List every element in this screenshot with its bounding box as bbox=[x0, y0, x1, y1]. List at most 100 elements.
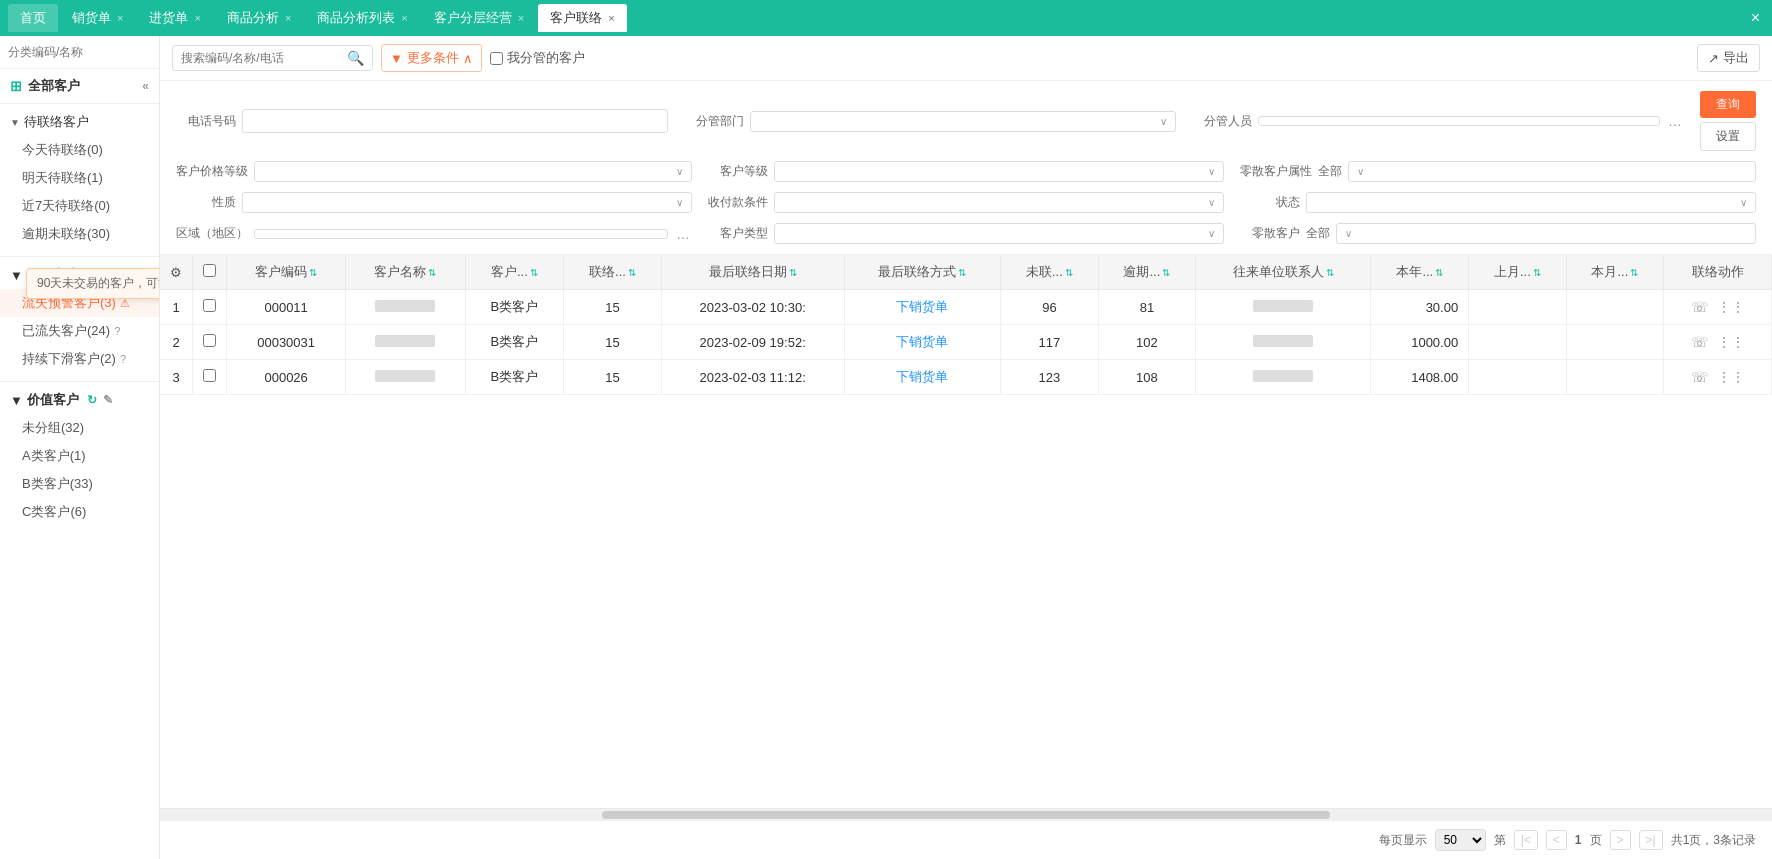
scroll-thumb[interactable] bbox=[602, 811, 1329, 819]
last-date-sort-icon[interactable]: ⇅ bbox=[789, 267, 797, 278]
prev-page-button[interactable]: < bbox=[1546, 830, 1567, 850]
purchase-tab-close[interactable]: × bbox=[194, 12, 200, 24]
query-button[interactable]: 查询 bbox=[1700, 91, 1756, 118]
sidebar-item-week-pending[interactable]: 近7天待联络(0) bbox=[0, 192, 159, 220]
customer-level-select[interactable]: ∨ bbox=[774, 161, 1224, 182]
close-all-button[interactable]: × bbox=[1747, 5, 1764, 31]
customer-seg-tab-label: 客户分层经营 bbox=[434, 9, 512, 27]
sidebar-all-label: 全部客户 bbox=[28, 77, 80, 95]
more-action-icon[interactable]: ⋮⋮ bbox=[1717, 299, 1745, 315]
sidebar-item-a-class[interactable]: A类客户(1) bbox=[0, 442, 159, 470]
zero-attr-select[interactable]: ∨ bbox=[1348, 161, 1756, 182]
row-overdue: 81 bbox=[1098, 290, 1195, 325]
per-page-select[interactable]: 50 100 200 bbox=[1435, 829, 1486, 851]
customer-type-select[interactable]: ∨ bbox=[774, 223, 1224, 244]
refresh-icon[interactable]: ↻ bbox=[87, 393, 97, 407]
type-sort-icon[interactable]: ⇅ bbox=[530, 267, 538, 278]
tab-customer-link[interactable]: 客户联络 × bbox=[538, 4, 626, 32]
row-last-method[interactable]: 下销货单 bbox=[844, 325, 1001, 360]
phone-input[interactable] bbox=[242, 109, 668, 133]
col-settings[interactable]: ⚙ bbox=[160, 255, 193, 290]
zero-attr-arrow-icon: ∨ bbox=[1357, 166, 1364, 177]
row-checkbox[interactable] bbox=[203, 299, 216, 312]
sidebar-item-ungrouped[interactable]: 未分组(32) bbox=[0, 414, 159, 442]
sales-tab-close[interactable]: × bbox=[117, 12, 123, 24]
contact-sort-icon[interactable]: ⇅ bbox=[628, 267, 636, 278]
sidebar-item-c-class[interactable]: C类客户(6) bbox=[0, 498, 159, 526]
analysis-list-tab-close[interactable]: × bbox=[401, 12, 407, 24]
tab-purchase[interactable]: 进货单 × bbox=[137, 4, 212, 32]
sidebar-item-lost-customers[interactable]: 已流失客户(24) ? bbox=[0, 317, 159, 345]
no-contact-sort-icon[interactable]: ⇅ bbox=[1065, 267, 1073, 278]
row-code: 000011 bbox=[227, 290, 346, 325]
last-method-sort-icon[interactable]: ⇅ bbox=[958, 267, 966, 278]
next-page-button[interactable]: > bbox=[1610, 830, 1631, 850]
price-level-select[interactable]: ∨ bbox=[254, 161, 692, 182]
filter-search-icon[interactable]: 🔍 bbox=[347, 50, 364, 66]
payment-select[interactable]: ∨ bbox=[774, 192, 1224, 213]
filter-dept-field: 分管部门 ∨ bbox=[684, 111, 1176, 132]
edit-icon[interactable]: ✎ bbox=[103, 393, 113, 407]
customer-link-tab-close[interactable]: × bbox=[608, 12, 614, 24]
customer-seg-tab-close[interactable]: × bbox=[518, 12, 524, 24]
export-button[interactable]: ↗ 导出 bbox=[1697, 44, 1760, 72]
filter-my-customers[interactable]: 我分管的客户 bbox=[490, 49, 585, 67]
code-sort-icon[interactable]: ⇅ bbox=[309, 267, 317, 278]
data-table: ⚙ 客户编码⇅ 客户名称⇅ 客户...⇅ 联络...⇅ 最后联络日期⇅ 最后联络… bbox=[160, 255, 1772, 395]
unit-contact-sort-icon[interactable]: ⇅ bbox=[1326, 267, 1334, 278]
nature-select[interactable]: ∨ bbox=[242, 192, 692, 213]
tab-sales[interactable]: 销货单 × bbox=[60, 4, 135, 32]
sidebar-value-header[interactable]: ▼ 价值客户 ↻ ✎ bbox=[0, 386, 159, 414]
status-select[interactable]: ∨ bbox=[1306, 192, 1756, 213]
more-action-icon[interactable]: ⋮⋮ bbox=[1717, 334, 1745, 350]
tab-customer-seg[interactable]: 客户分层经营 × bbox=[422, 4, 536, 32]
this-month-sort-icon[interactable]: ⇅ bbox=[1630, 267, 1638, 278]
area-select[interactable] bbox=[254, 229, 668, 239]
name-sort-icon[interactable]: ⇅ bbox=[428, 267, 436, 278]
horizontal-scrollbar[interactable] bbox=[160, 808, 1772, 820]
sidebar-pending-header[interactable]: ▼ 待联络客户 bbox=[0, 108, 159, 136]
lost-customers-label: 已流失客户(24) bbox=[22, 322, 110, 340]
sidebar-all-customers[interactable]: ⊞ 全部客户 « bbox=[0, 69, 159, 104]
this-year-sort-icon[interactable]: ⇅ bbox=[1435, 267, 1443, 278]
overdue-sort-icon[interactable]: ⇅ bbox=[1162, 267, 1170, 278]
more-action-icon[interactable]: ⋮⋮ bbox=[1717, 369, 1745, 385]
manager-select[interactable] bbox=[1258, 116, 1660, 126]
filter-nature-field: 性质 ∨ bbox=[176, 192, 692, 213]
col-name-label: 客户名称 bbox=[374, 264, 426, 279]
collapse-icon[interactable]: « bbox=[142, 79, 149, 93]
tab-analysis-list[interactable]: 商品分析列表 × bbox=[305, 4, 419, 32]
contact-action-icon[interactable]: ☏ bbox=[1691, 369, 1709, 385]
contact-action-icon[interactable]: ☏ bbox=[1691, 334, 1709, 350]
sidebar-item-overdue-pending[interactable]: 逾期未联络(30) bbox=[0, 220, 159, 248]
row-checkbox[interactable] bbox=[203, 369, 216, 382]
row-action-cell: ☏ ⋮⋮ bbox=[1664, 360, 1772, 395]
last-page-button[interactable]: >| bbox=[1639, 830, 1663, 850]
col-checkbox[interactable] bbox=[193, 255, 227, 290]
sidebar-item-declining-customers[interactable]: 持续下滑客户(2) ? bbox=[0, 345, 159, 373]
row-last-method[interactable]: 下销货单 bbox=[844, 290, 1001, 325]
filter-more-button[interactable]: ▼ 更多条件 ∧ bbox=[381, 44, 482, 72]
row-checkbox[interactable] bbox=[203, 334, 216, 347]
area-more-icon[interactable]: … bbox=[674, 224, 692, 244]
tab-home[interactable]: 首页 bbox=[8, 4, 58, 32]
first-page-button[interactable]: |< bbox=[1514, 830, 1538, 850]
sidebar-item-tomorrow-pending[interactable]: 明天待联络(1) bbox=[0, 164, 159, 192]
manager-more-icon[interactable]: … bbox=[1666, 111, 1684, 131]
dept-select[interactable]: ∨ bbox=[750, 111, 1176, 132]
row-last-method[interactable]: 下销货单 bbox=[844, 360, 1001, 395]
filter-search-input[interactable] bbox=[181, 51, 341, 65]
sidebar-item-b-class[interactable]: B类客户(33) bbox=[0, 470, 159, 498]
analysis-tab-close[interactable]: × bbox=[285, 12, 291, 24]
sidebar-search-input[interactable] bbox=[8, 45, 158, 59]
last-month-sort-icon[interactable]: ⇅ bbox=[1533, 267, 1541, 278]
sidebar-item-today-pending[interactable]: 今天待联络(0) bbox=[0, 136, 159, 164]
select-all-checkbox[interactable] bbox=[203, 264, 216, 277]
settings-button[interactable]: 设置 bbox=[1700, 122, 1756, 151]
filter-manager-field: 分管人员 … bbox=[1192, 111, 1684, 131]
sidebar-search-area: 🔍 bbox=[0, 36, 159, 69]
contact-action-icon[interactable]: ☏ bbox=[1691, 299, 1709, 315]
tab-analysis[interactable]: 商品分析 × bbox=[215, 4, 303, 32]
my-customers-checkbox[interactable] bbox=[490, 52, 503, 65]
zero-customer-select[interactable]: ∨ bbox=[1336, 223, 1756, 244]
